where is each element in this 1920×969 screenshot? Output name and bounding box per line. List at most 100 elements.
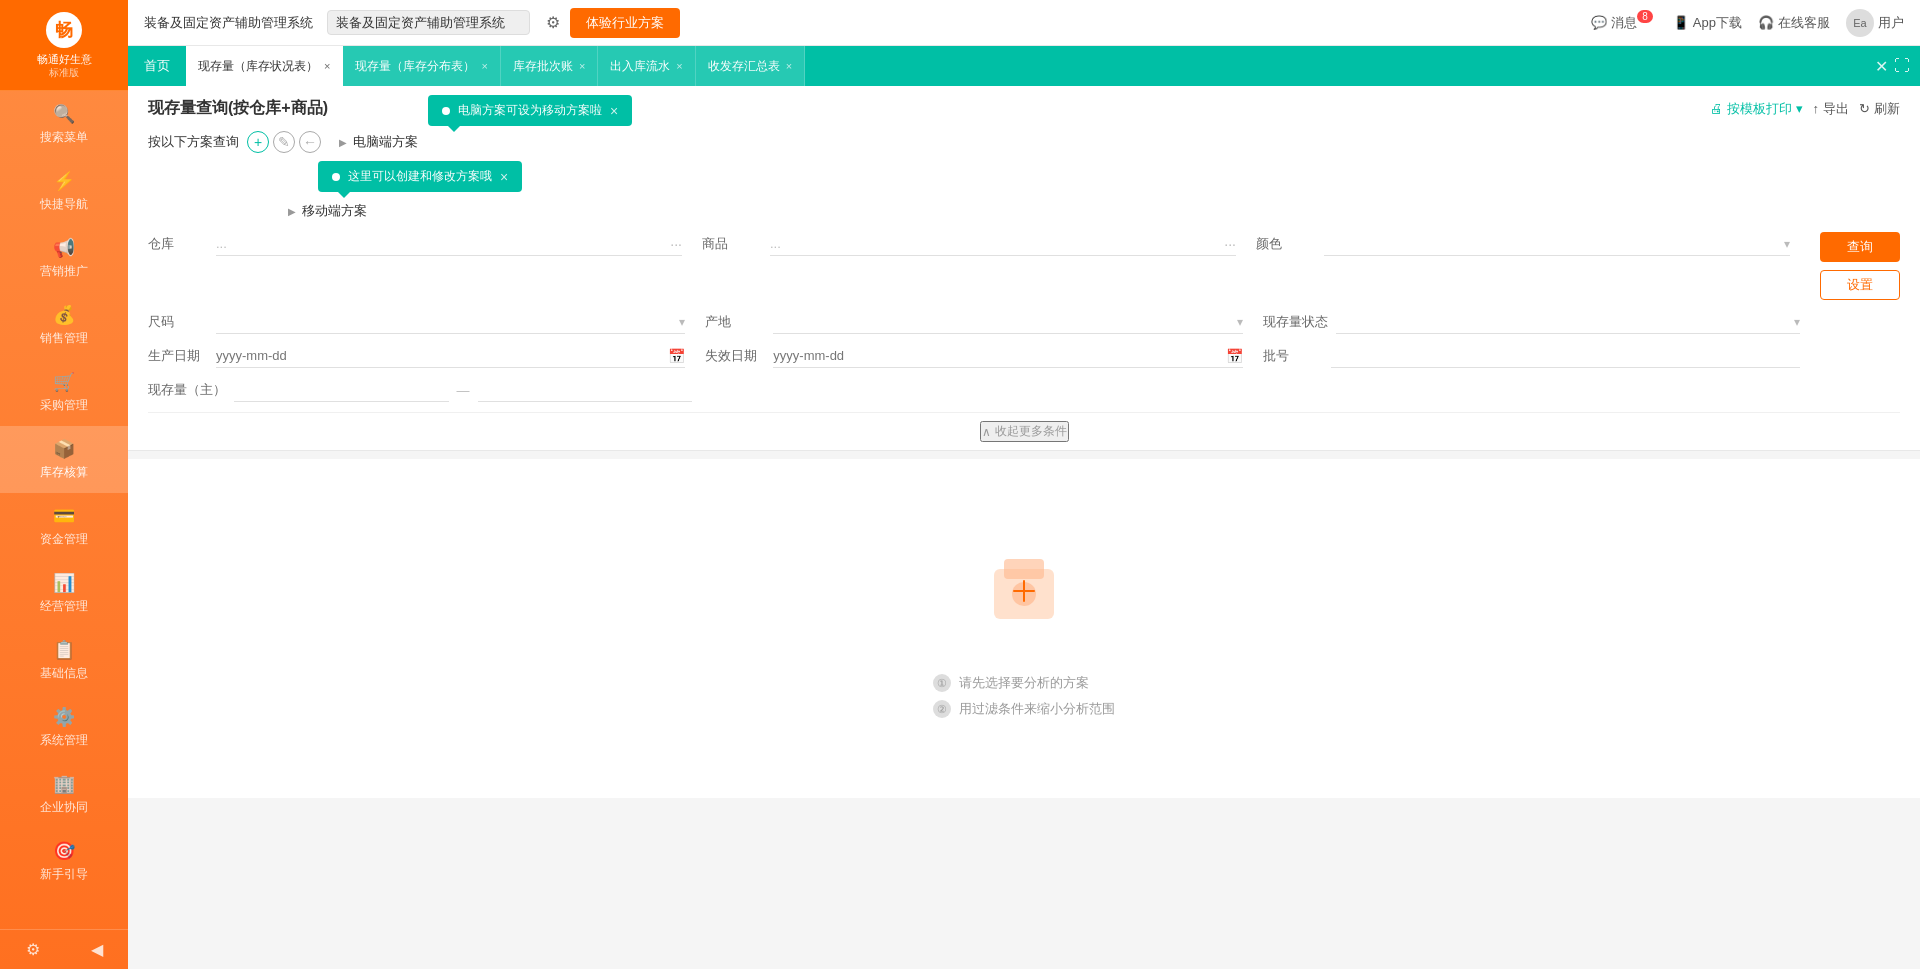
tab-inventory-status-close[interactable]: × [324, 60, 330, 72]
stock-main-to-input[interactable] [478, 378, 693, 401]
warehouse-input[interactable] [216, 232, 682, 255]
system-selector[interactable]: 装备及固定资产辅助管理系统 [327, 10, 530, 35]
goods-input-wrap: ··· [770, 232, 1236, 256]
tooltip1-close-btn[interactable]: × [610, 103, 618, 119]
back-scheme-btn[interactable]: ← [299, 131, 321, 153]
message-icon: 💬 [1591, 15, 1607, 30]
sidebar-item-search-menu[interactable]: 🔍 搜索菜单 [0, 91, 128, 158]
settings-gear-icon[interactable]: ⚙ [546, 13, 560, 32]
scheme-item-mobile[interactable]: ▶ 移动端方案 [288, 200, 1900, 222]
sidebar-item-label: 采购管理 [40, 397, 88, 414]
color-select[interactable] [1324, 232, 1790, 255]
stock-main-from-input[interactable] [234, 378, 449, 401]
refresh-btn[interactable]: ↻ 刷新 [1859, 100, 1900, 118]
expire-date-calendar-icon[interactable]: 📅 [1226, 348, 1243, 364]
sidebar-item-sales[interactable]: 💰 销售管理 [0, 292, 128, 359]
online-service-btn[interactable]: 🎧 在线客服 [1758, 14, 1830, 32]
tab-fullscreen-btn[interactable]: ⛶ [1894, 57, 1910, 75]
tab-batch-account[interactable]: 库存批次账 × [501, 46, 598, 86]
tooltip2-close-btn[interactable]: × [500, 169, 508, 185]
collapse-btn[interactable]: ◀ [91, 940, 103, 959]
tab-inventory-dist-close[interactable]: × [481, 60, 487, 72]
tab-inventory-status[interactable]: 现存量（库存状况表） × [186, 46, 343, 86]
sidebar-item-quick-nav[interactable]: ⚡ 快捷导航 [0, 158, 128, 225]
sidebar-item-finance[interactable]: 💳 资金管理 [0, 493, 128, 560]
color-label: 颜色 [1256, 235, 1316, 253]
stock-status-select-wrap: ▾ [1336, 310, 1800, 334]
reset-btn[interactable]: 设置 [1820, 270, 1900, 300]
logo-badge: 标准版 [49, 66, 79, 80]
system-icon: ⚙️ [53, 706, 75, 728]
edit-scheme-btn[interactable]: ✎ [273, 131, 295, 153]
expire-date-input[interactable] [773, 344, 1242, 367]
tooltip1-text: 电脑方案可设为移动方案啦 [458, 102, 602, 119]
filter-stock-status: 现存量状态 ▾ [1263, 310, 1800, 334]
sidebar-item-marketing[interactable]: 📢 营销推广 [0, 225, 128, 292]
tab-receive-send[interactable]: 收发存汇总表 × [696, 46, 805, 86]
goods-input[interactable] [770, 232, 1236, 255]
enterprise-icon: 🏢 [53, 773, 75, 795]
settings-btn[interactable]: ⚙ [26, 940, 40, 959]
sidebar-item-enterprise[interactable]: 🏢 企业协同 [0, 761, 128, 828]
goods-more-icon[interactable]: ··· [1224, 236, 1236, 252]
topbar: 装备及固定资产辅助管理系统 装备及固定资产辅助管理系统 ⚙ 体验行业方案 💬 消… [128, 0, 1920, 46]
prod-date-input[interactable] [216, 344, 685, 367]
tab-inout-flow-close[interactable]: × [676, 60, 682, 72]
sidebar-item-purchase[interactable]: 🛒 采购管理 [0, 359, 128, 426]
prod-date-calendar-icon[interactable]: 📅 [668, 348, 685, 364]
expire-date-label: 失效日期 [705, 347, 765, 365]
search-menu-icon: 🔍 [53, 103, 75, 125]
tab-inout-flow[interactable]: 出入库流水 × [598, 46, 695, 86]
export-label: 导出 [1823, 100, 1849, 118]
collapse-filter-btn[interactable]: ∧ 收起更多条件 [980, 421, 1069, 442]
add-scheme-btn[interactable]: + [247, 131, 269, 153]
tab-receive-send-close[interactable]: × [786, 60, 792, 72]
topbar-right: 💬 消息 8 📱 App下载 🎧 在线客服 Ea 用户 [1591, 9, 1904, 37]
industry-solution-btn[interactable]: 体验行业方案 [570, 8, 680, 38]
chevron-up-icon: ∧ [982, 425, 991, 439]
stock-main-label: 现存量（主） [148, 381, 226, 399]
origin-select[interactable] [773, 310, 1242, 333]
svg-rect-1 [1004, 559, 1044, 579]
app-download-label: App下载 [1693, 14, 1742, 32]
warehouse-more-icon[interactable]: ··· [670, 236, 682, 252]
template-print-btn[interactable]: 🖨 按模板打印 ▾ [1710, 100, 1803, 118]
empty-tip-1: ① 请先选择要分析的方案 [933, 674, 1115, 692]
sidebar-item-label: 销售管理 [40, 330, 88, 347]
user-btn[interactable]: Ea 用户 [1846, 9, 1904, 37]
sidebar-item-guide[interactable]: 🎯 新手引导 [0, 828, 128, 895]
tab-receive-send-label: 收发存汇总表 [708, 58, 780, 75]
template-print-label: 按模板打印 [1727, 100, 1792, 118]
refresh-label: 刷新 [1874, 100, 1900, 118]
export-btn[interactable]: ↑ 导出 [1813, 100, 1850, 118]
sidebar-item-label: 经营管理 [40, 598, 88, 615]
print-icon: 🖨 [1710, 101, 1723, 116]
scheme-item-desktop[interactable]: ▶ 电脑端方案 [339, 131, 418, 153]
warehouse-input-wrap: ··· [216, 232, 682, 256]
system-title: 装备及固定资产辅助管理系统 [144, 14, 313, 32]
online-service-label: 在线客服 [1778, 14, 1830, 32]
page-title-row: 现存量查询(按仓库+商品) 🖨 按模板打印 ▾ ↑ 导出 ↻ 刷新 [148, 98, 1900, 119]
filter-stock-main: 现存量（主） — [148, 378, 692, 402]
sidebar-item-inventory[interactable]: 📦 库存核算 [0, 426, 128, 493]
sidebar-item-operations[interactable]: 📊 经营管理 [0, 560, 128, 627]
batch-no-input[interactable] [1331, 344, 1800, 367]
search-btn[interactable]: 查询 [1820, 232, 1900, 262]
purchase-icon: 🛒 [53, 371, 75, 393]
finance-icon: 💳 [53, 505, 75, 527]
headset-icon: 🎧 [1758, 15, 1774, 30]
app-download-btn[interactable]: 📱 App下载 [1673, 14, 1742, 32]
sidebar-item-basic-info[interactable]: 📋 基础信息 [0, 627, 128, 694]
tab-close-all-btn[interactable]: ✕ [1875, 57, 1888, 76]
tab-home[interactable]: 首页 [128, 46, 186, 86]
message-btn[interactable]: 💬 消息 8 [1591, 14, 1657, 32]
tab-inventory-dist[interactable]: 现存量（库存分布表） × [343, 46, 500, 86]
filter-prod-date: 生产日期 📅 [148, 344, 685, 368]
empty-illustration [974, 539, 1074, 658]
tab-batch-account-close[interactable]: × [579, 60, 585, 72]
stock-status-select[interactable] [1336, 310, 1800, 333]
sidebar-item-system[interactable]: ⚙️ 系统管理 [0, 694, 128, 761]
size-select[interactable] [216, 310, 685, 333]
basic-info-icon: 📋 [53, 639, 75, 661]
filter-warehouse: 仓库 ··· [148, 232, 682, 256]
